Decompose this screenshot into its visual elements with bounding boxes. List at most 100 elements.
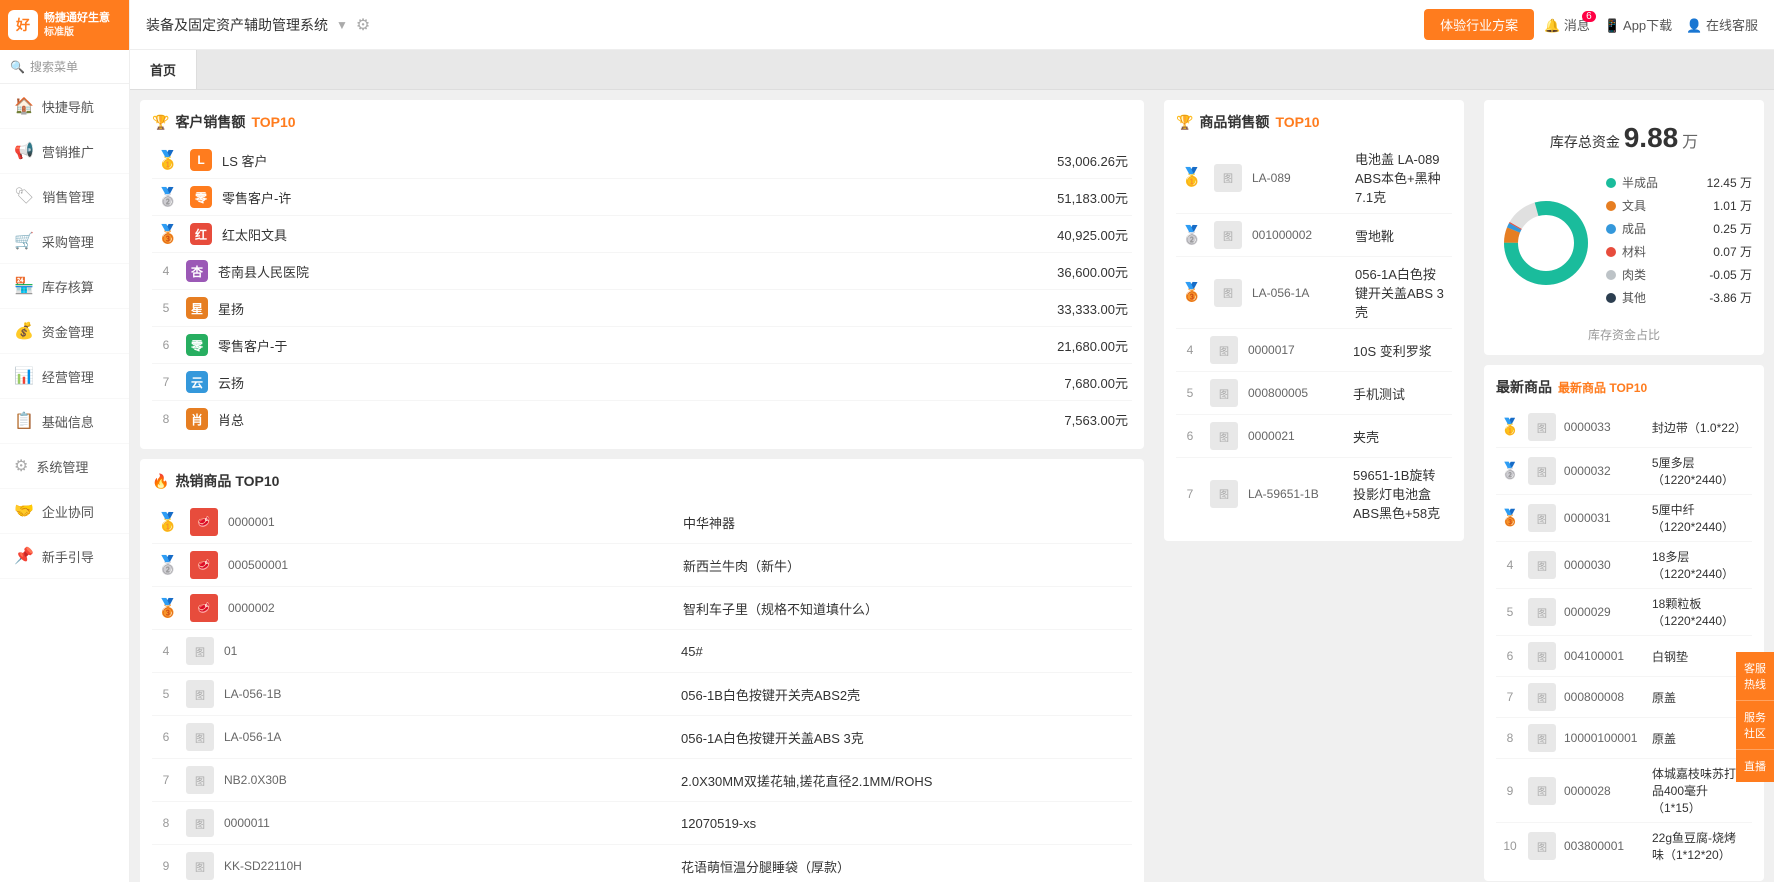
medal-icon: 🥉 bbox=[156, 224, 180, 245]
customer-row: 4 杏 苍南县人民医院 36,600.00元 bbox=[152, 253, 1132, 290]
customer-name: 零售客户-许 bbox=[222, 188, 1047, 207]
medal-icon: 🥈 bbox=[1500, 461, 1520, 481]
product-name: 电池盖 LA-089 ABS本色+黑种 7.1克 bbox=[1355, 149, 1448, 206]
system-icon: ⚙ bbox=[14, 456, 28, 476]
product-img: 图 bbox=[186, 680, 214, 708]
product-code: 0000002 bbox=[228, 601, 673, 615]
tab-bar: 首页 bbox=[130, 50, 1774, 90]
sales-top10-label: TOP10 bbox=[1275, 114, 1319, 130]
top10-label: TOP10 bbox=[251, 114, 295, 130]
sidebar-item-marketing[interactable]: 📢 营销推广 bbox=[0, 129, 129, 174]
medal-icon: 🥇 bbox=[156, 512, 180, 533]
sales-item-row: 5 图 000800005 手机测试 bbox=[1176, 372, 1452, 415]
product-name: 056-1A白色按键开关盖ABS 3克 bbox=[681, 728, 1128, 747]
float-buttons: 客服热线 服务社区 直播 bbox=[1736, 652, 1774, 782]
product-name: 10S 变利罗浆 bbox=[1353, 341, 1448, 360]
sidebar-item-basicinfo[interactable]: 📋 基础信息 bbox=[0, 399, 129, 444]
customer-name: 星扬 bbox=[218, 299, 1047, 318]
donut-chart bbox=[1496, 193, 1596, 293]
product-name: 12070519-xs bbox=[681, 816, 1128, 831]
customer-amount: 33,333.00元 bbox=[1057, 299, 1128, 318]
legend-color bbox=[1606, 224, 1616, 234]
legend-color bbox=[1606, 293, 1616, 303]
legend-value: 0.07 万 bbox=[1713, 243, 1752, 260]
app-download-btn[interactable]: 📱 App下载 bbox=[1604, 15, 1672, 34]
sidebar-item-operations[interactable]: 📊 经营管理 bbox=[0, 354, 129, 399]
search-menu[interactable]: 🔍 搜索菜单 bbox=[0, 50, 129, 84]
product-name: 中华神器 bbox=[683, 513, 1128, 532]
customer-card-title: 🏆 客户销售额 TOP10 bbox=[152, 112, 1132, 132]
sidebar-item-system[interactable]: ⚙ 系统管理 bbox=[0, 444, 129, 489]
dropdown-arrow[interactable]: ▼ bbox=[336, 18, 348, 32]
product-name: 45# bbox=[681, 644, 1128, 659]
product-img: 图 bbox=[1528, 642, 1556, 670]
legend-item: 成品 0.25 万 bbox=[1606, 220, 1752, 237]
sidebar-item-purchase[interactable]: 🛒 采购管理 bbox=[0, 219, 129, 264]
product-name: 封边带（1.0*22） bbox=[1652, 419, 1748, 436]
product-code: LA-089 bbox=[1252, 171, 1345, 185]
sidebar-item-inventory[interactable]: 🏪 库存核算 bbox=[0, 264, 129, 309]
product-img: 图 bbox=[186, 723, 214, 751]
sales-items-list: 🥇 图 LA-089 电池盖 LA-089 ABS本色+黑种 7.1克 🥈 图 … bbox=[1176, 142, 1452, 529]
sidebar-item-quicknav[interactable]: 🏠 快捷导航 bbox=[0, 84, 129, 129]
product-name: 22g鱼豆腐-烧烤味（1*12*20） bbox=[1652, 829, 1748, 863]
float-live-btn[interactable]: 直播 bbox=[1736, 750, 1774, 782]
customer-amount: 53,006.26元 bbox=[1057, 151, 1128, 170]
online-service-btn[interactable]: 👤 在线客服 bbox=[1686, 15, 1758, 34]
inventory-card: 库存总资金 9.88 万 bbox=[1484, 100, 1764, 355]
new-product-row: 5 图 0000029 18颗粒板（1220*2440） bbox=[1496, 589, 1752, 636]
product-code: 0000017 bbox=[1248, 343, 1343, 357]
rank-number: 5 bbox=[1500, 605, 1520, 619]
sales-item-row: 🥉 图 LA-056-1A 056-1A白色按键开关盖ABS 3壳 bbox=[1176, 257, 1452, 329]
tab-home[interactable]: 首页 bbox=[130, 50, 197, 89]
main-area: 装备及固定资产辅助管理系统 ▼ ⚙ 体验行业方案 🔔 消息 6 📱 App下载 … bbox=[130, 0, 1774, 882]
sidebar-item-collab[interactable]: 🤝 企业协同 bbox=[0, 489, 129, 534]
sidebar-item-sales[interactable]: 🏷 销售管理 bbox=[0, 174, 129, 219]
hot-products-title: 🔥 热销商品 TOP10 bbox=[152, 471, 1132, 491]
customer-amount: 36,600.00元 bbox=[1057, 262, 1128, 281]
product-img: 图 bbox=[1528, 683, 1556, 711]
customer-row: 6 零 零售客户-于 21,680.00元 bbox=[152, 327, 1132, 364]
product-name: 056-1A白色按键开关盖ABS 3壳 bbox=[1355, 264, 1448, 321]
product-img: 图 bbox=[186, 766, 214, 794]
hot-product-row: 8 图 0000011 12070519-xs bbox=[152, 802, 1132, 845]
rank-number: 10 bbox=[1500, 839, 1520, 853]
rank-number: 7 bbox=[1180, 487, 1200, 501]
rank-number: 4 bbox=[156, 264, 176, 278]
legend-color bbox=[1606, 201, 1616, 211]
rank-number: 6 bbox=[1180, 429, 1200, 443]
product-img: 🥩 bbox=[190, 594, 218, 622]
customer-badge: 星 bbox=[186, 297, 208, 319]
product-code: 0000011 bbox=[224, 816, 671, 830]
legend-item: 肉类 -0.05 万 bbox=[1606, 266, 1752, 283]
product-code: 01 bbox=[224, 644, 671, 658]
rank-number: 8 bbox=[1500, 731, 1520, 745]
hot-products-card: 🔥 热销商品 TOP10 🥇 🥩 0000001 中华神器 🥈 🥩 000500… bbox=[140, 459, 1144, 882]
product-name: 夹壳 bbox=[1353, 427, 1448, 446]
customer-list: 🥇 L LS 客户 53,006.26元 🥈 零 零售客户-许 51,183.0… bbox=[152, 142, 1132, 437]
hot-product-row: 9 图 KK-SD22110H 花语萌恒温分腿睡袋（厚款） bbox=[152, 845, 1132, 882]
basicinfo-icon: 📋 bbox=[14, 411, 34, 431]
sidebar-item-finance[interactable]: 💰 资金管理 bbox=[0, 309, 129, 354]
product-code: 004100001 bbox=[1564, 649, 1644, 663]
legend-value: 12.45 万 bbox=[1707, 174, 1752, 191]
float-community-btn[interactable]: 服务社区 bbox=[1736, 701, 1774, 750]
customer-name: 云扬 bbox=[218, 373, 1054, 392]
new-product-row: 🥇 图 0000033 封边带（1.0*22） bbox=[1496, 407, 1752, 448]
customer-name: 苍南县人民医院 bbox=[218, 262, 1047, 281]
new-products-title: 最新商品 最新商品 TOP10 bbox=[1496, 377, 1752, 397]
sales-item-row: 🥇 图 LA-089 电池盖 LA-089 ABS本色+黑种 7.1克 bbox=[1176, 142, 1452, 214]
settings-icon[interactable]: ⚙ bbox=[356, 15, 370, 35]
product-code: 000800008 bbox=[1564, 690, 1644, 704]
trial-btn[interactable]: 体验行业方案 bbox=[1424, 9, 1534, 40]
fire-icon: 🔥 bbox=[152, 473, 169, 490]
product-code: 0000001 bbox=[228, 515, 673, 529]
float-service-btn[interactable]: 客服热线 bbox=[1736, 652, 1774, 701]
legend-name: 半成品 bbox=[1622, 174, 1701, 191]
product-code: LA-056-1A bbox=[224, 730, 671, 744]
product-code: 0000021 bbox=[1248, 429, 1343, 443]
product-name: 手机测试 bbox=[1353, 384, 1448, 403]
sidebar-item-newbie[interactable]: 📌 新手引导 bbox=[0, 534, 129, 579]
product-img: 图 bbox=[1210, 480, 1238, 508]
notifications-btn[interactable]: 🔔 消息 6 bbox=[1544, 15, 1590, 34]
